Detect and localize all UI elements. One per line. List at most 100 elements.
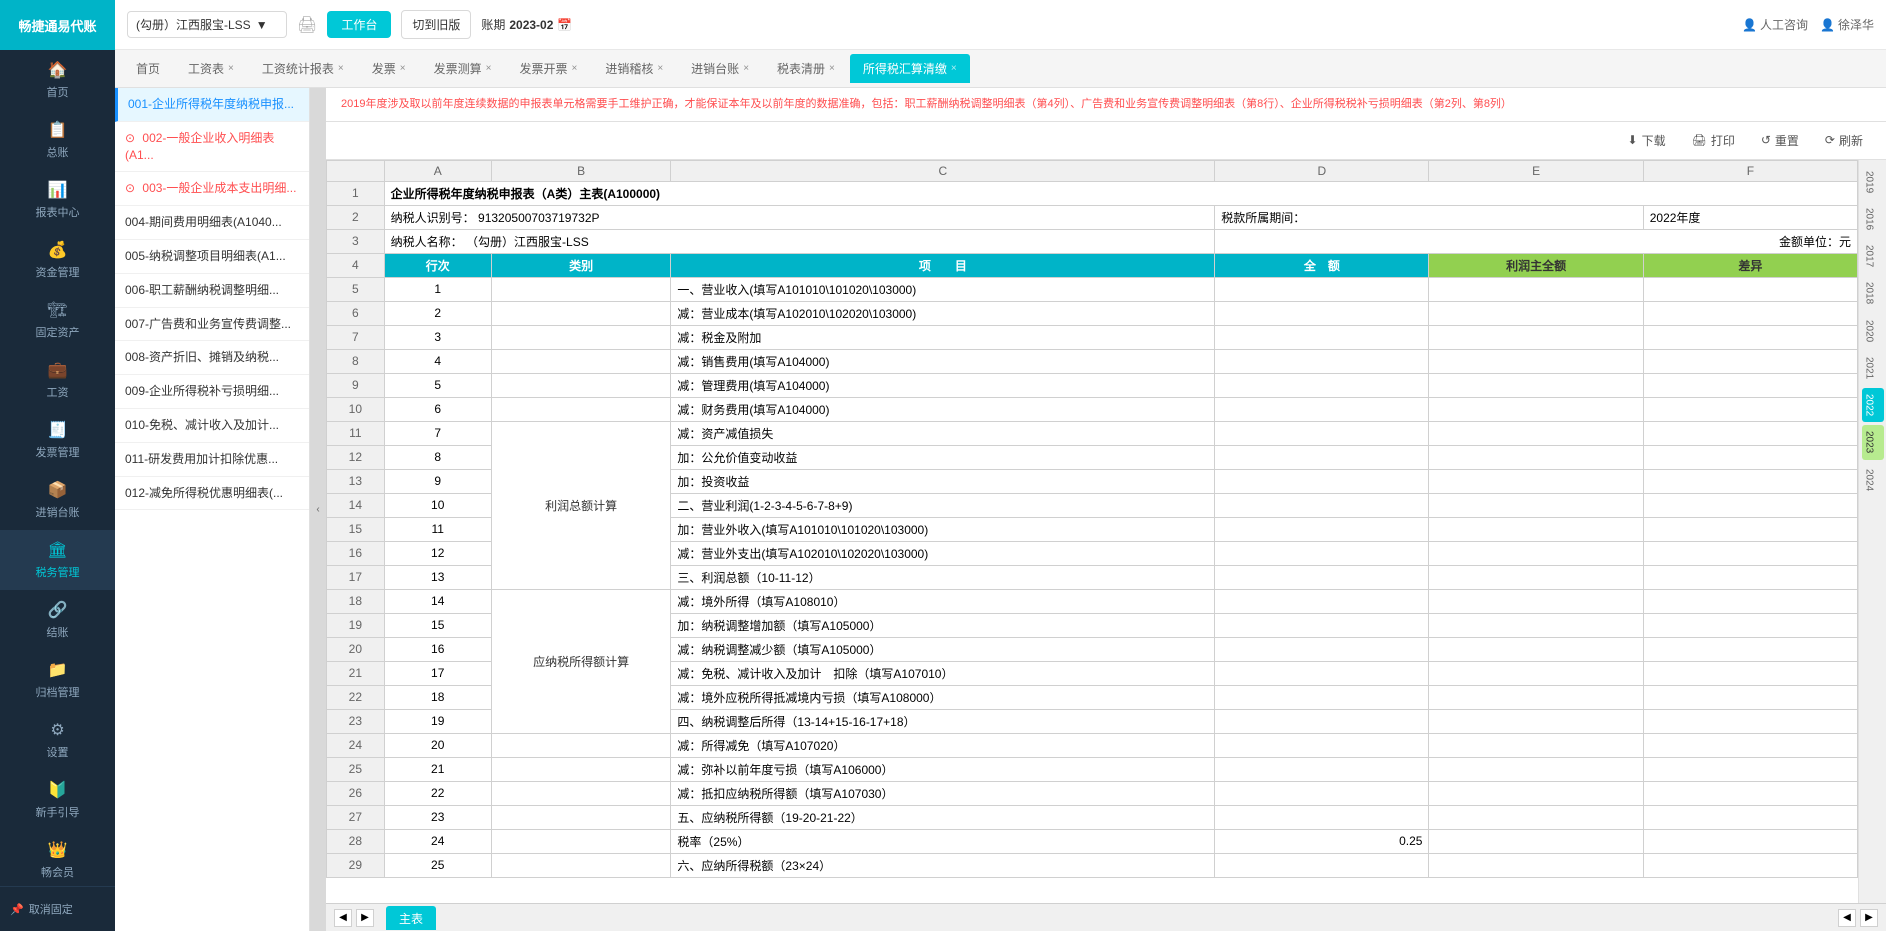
sheet-next-arrow[interactable]: ▶	[356, 909, 374, 927]
panel-toggle-button[interactable]: ‹	[310, 88, 326, 931]
tax-period-cell: 税款所属期间：	[1215, 205, 1643, 229]
tab-close-invoice-calc[interactable]: ×	[486, 63, 492, 74]
list-item-006[interactable]: 006-职工薪酬纳税调整明细...	[115, 274, 309, 308]
table-row: 18 14 应纳税所得额计算 减：境外所得（填写A108010）	[327, 589, 1858, 613]
refresh-icon: ⟳	[1825, 133, 1835, 147]
year-panel: 2019 2016 2017 2018 2020 2021 2022 2023 …	[1858, 160, 1886, 904]
sidebar-item-assets[interactable]: 🏗 固定资产	[0, 290, 115, 350]
company-selector[interactable]: (勾册）江西服宝-LSS ▼	[127, 11, 287, 38]
cut-old-button[interactable]: 切到旧版	[401, 10, 471, 39]
sidebar-item-archive[interactable]: 📁 归档管理	[0, 650, 115, 710]
tab-audit[interactable]: 进销稽核 ×	[592, 54, 676, 83]
tab-salary-stats[interactable]: 工资统计报表 ×	[249, 54, 357, 83]
download-button[interactable]: ⬇ 下载	[1620, 128, 1674, 153]
table-row: 11 7 利润总额计算 减：资产减值损失	[327, 421, 1858, 445]
tab-salary[interactable]: 工资表 ×	[175, 54, 247, 83]
tab-close-salary[interactable]: ×	[228, 63, 234, 74]
year-item-2021[interactable]: 2021	[1862, 351, 1884, 385]
tab-home[interactable]: 首页	[123, 54, 173, 83]
company-name: (勾册）江西服宝-LSS	[136, 16, 251, 33]
sidebar-item-reports[interactable]: 📊 报表中心	[0, 170, 115, 230]
col-diff: 差异	[1643, 253, 1857, 277]
tab-ledger[interactable]: 进销台账 ×	[678, 54, 762, 83]
list-item-001[interactable]: 001-企业所得税年度纳税申报...	[115, 88, 309, 122]
sidebar-item-member[interactable]: 👑 畅会员	[0, 830, 115, 886]
print-button[interactable]: 🖨 打印	[1684, 128, 1743, 153]
col-header-D: D	[1215, 160, 1429, 181]
list-item-002[interactable]: ⊙ 002-一般企业收入明细表(A1...	[115, 122, 309, 173]
list-item-009[interactable]: 009-企业所得税补亏损明细...	[115, 375, 309, 409]
right-panel: 2019年度涉及取以前年度连续数据的申报表单元格需要手工维护正确，才能保证本年及…	[326, 88, 1886, 931]
reports-icon: 📊	[48, 180, 68, 200]
sidebar-item-salary[interactable]: 💼 工资	[0, 350, 115, 410]
refresh-button[interactable]: ⟳ 刷新	[1817, 128, 1871, 153]
avatar-icon: 👤	[1820, 18, 1835, 32]
workbench-button[interactable]: 工作台	[327, 11, 391, 38]
tab-close-income-tax[interactable]: ×	[951, 63, 957, 74]
col-item: 项 目	[671, 253, 1215, 277]
list-item-011[interactable]: 011-研发费用加计扣除优惠...	[115, 443, 309, 477]
sidebar-nav: 🏠 首页 📋 总账 📊 报表中心 💰 资金管理 🏗 固定资产 💼 工资	[0, 50, 115, 886]
tab-close-salary-stats[interactable]: ×	[338, 63, 344, 74]
row-num-2: 2	[327, 205, 385, 229]
tab-close-ledger[interactable]: ×	[743, 63, 749, 74]
col-category: 类别	[491, 253, 671, 277]
sidebar-item-guide[interactable]: 🔰 新手引导	[0, 770, 115, 830]
sidebar-item-ledger[interactable]: 📋 总账	[0, 110, 115, 170]
scroll-right-arrow[interactable]: ▶	[1860, 909, 1878, 927]
table-row: 10 6 减：财务费用(填写A104000)	[327, 397, 1858, 421]
sheet-tabs-bar: ◀ ▶ 主表 ◀ ▶	[326, 903, 1886, 931]
tab-close-audit[interactable]: ×	[657, 63, 663, 74]
year-item-2017[interactable]: 2017	[1862, 239, 1884, 273]
list-item-008[interactable]: 008-资产折旧、摊销及纳税...	[115, 341, 309, 375]
print-icon: 🖨	[1692, 133, 1707, 147]
app-logo: 畅捷通易代账	[0, 0, 115, 50]
sheet-tab-main[interactable]: 主表	[386, 906, 436, 930]
member-icon: 👑	[48, 840, 68, 860]
table-row: 27 23 五、应纳税所得额（19-20-21-22）	[327, 805, 1858, 829]
tab-invoice-calc[interactable]: 发票测算 ×	[421, 54, 505, 83]
sidebar-item-settings[interactable]: ⚙ 设置	[0, 710, 115, 770]
user-service-button[interactable]: 👤 人工咨询	[1742, 16, 1808, 33]
tab-tax-table[interactable]: 税表清册 ×	[764, 54, 848, 83]
list-item-004[interactable]: 004-期间费用明细表(A1040...	[115, 206, 309, 240]
year-item-2024[interactable]: 2024	[1862, 463, 1884, 497]
list-item-012[interactable]: 012-减免所得税优惠明细表(...	[115, 477, 309, 511]
year-item-2020[interactable]: 2020	[1862, 314, 1884, 348]
dropdown-icon: ▼	[256, 18, 268, 32]
content-area: 001-企业所得税年度纳税申报... ⊙ 002-一般企业收入明细表(A1...…	[115, 88, 1886, 931]
sidebar-item-funds[interactable]: 💰 资金管理	[0, 230, 115, 290]
list-item-010[interactable]: 010-免税、减计收入及加计...	[115, 409, 309, 443]
reset-button[interactable]: ↺ 重置	[1753, 128, 1807, 153]
year-item-2022[interactable]: 2022	[1862, 388, 1884, 422]
list-item-005[interactable]: 005-纳税调整项目明细表(A1...	[115, 240, 309, 274]
row-num-3: 3	[327, 229, 385, 253]
calendar-icon: 📅	[557, 18, 572, 32]
year-item-2019[interactable]: 2019	[1862, 165, 1884, 199]
scroll-left-arrow[interactable]: ◀	[1838, 909, 1856, 927]
sidebar: 畅捷通易代账 🏠 首页 📋 总账 📊 报表中心 💰 资金管理 🏗 固定资产	[0, 0, 115, 931]
user-profile[interactable]: 👤 徐泽华	[1820, 16, 1874, 33]
tab-bar: 首页 工资表 × 工资统计报表 × 发票 × 发票测算 × 发票开票 ×	[115, 50, 1886, 88]
spreadsheet-container[interactable]: A B C D E F	[326, 160, 1858, 904]
tab-close-invoice[interactable]: ×	[400, 63, 406, 74]
collapse-icon: ‹	[316, 504, 319, 515]
sidebar-item-purchases[interactable]: 📦 进销台账	[0, 470, 115, 530]
unpin-button[interactable]: 📌 取消固定	[5, 895, 110, 923]
table-row: 24 20 减：所得减免（填写A107020）	[327, 733, 1858, 757]
list-item-007[interactable]: 007-广告费和业务宣传费调整...	[115, 308, 309, 342]
tab-invoice[interactable]: 发票 ×	[359, 54, 419, 83]
list-item-003[interactable]: ⊙ 003-一般企业成本支出明细...	[115, 172, 309, 206]
sidebar-item-home[interactable]: 🏠 首页	[0, 50, 115, 110]
year-item-2023[interactable]: 2023	[1862, 425, 1884, 459]
tab-close-tax-table[interactable]: ×	[829, 63, 835, 74]
year-item-2016[interactable]: 2016	[1862, 202, 1884, 236]
tab-income-tax[interactable]: 所得税汇算清缴 ×	[850, 54, 970, 83]
sheet-prev-arrow[interactable]: ◀	[334, 909, 352, 927]
sidebar-item-tax[interactable]: 🏛 税务管理	[0, 530, 115, 590]
tab-close-invoice-open[interactable]: ×	[571, 63, 577, 74]
sidebar-item-close[interactable]: 🔗 结账	[0, 590, 115, 650]
year-item-2018[interactable]: 2018	[1862, 276, 1884, 310]
sidebar-item-invoice[interactable]: 🧾 发票管理	[0, 410, 115, 470]
tab-invoice-open[interactable]: 发票开票 ×	[506, 54, 590, 83]
